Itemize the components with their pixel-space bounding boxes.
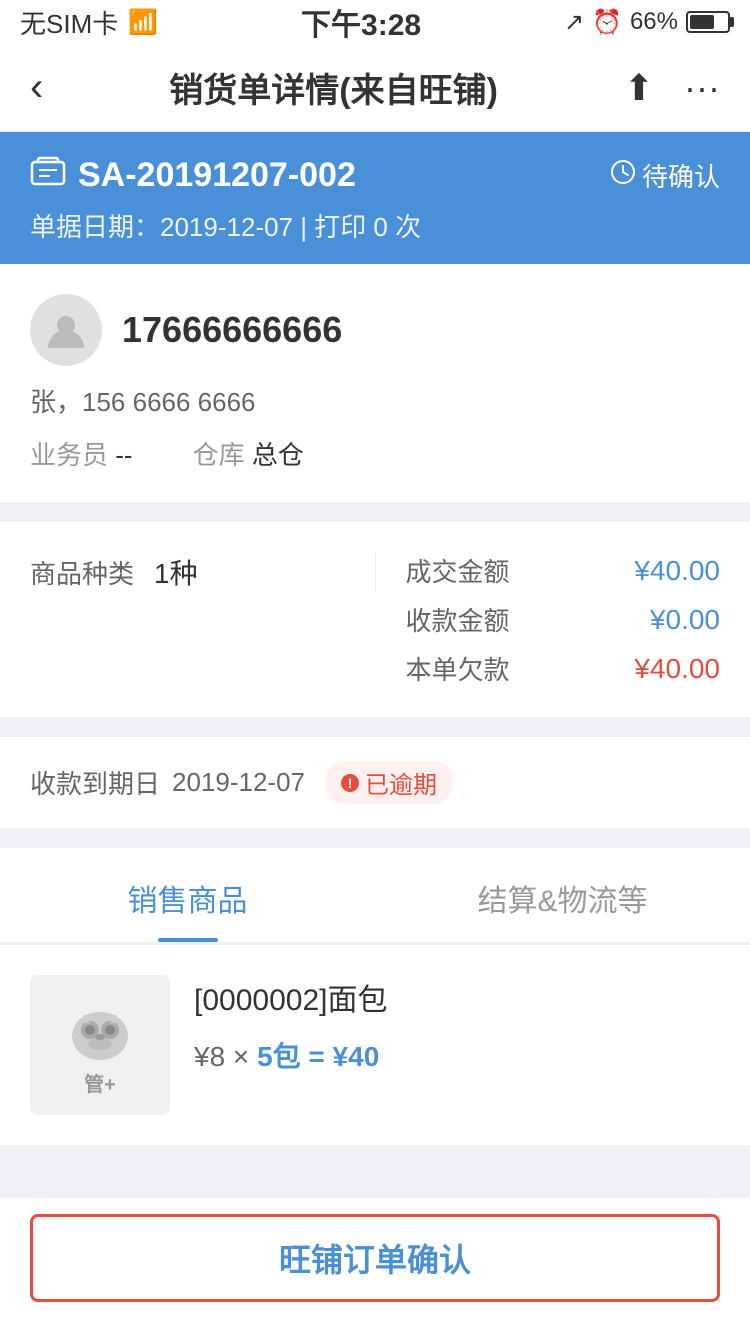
customer-card: 17666666666 张，156 6666 6666 业务员 -- 仓库 总仓	[0, 264, 750, 502]
avatar	[30, 294, 102, 366]
product-info: [0000002]面包 ¥8 × 5包 = ¥40	[194, 975, 720, 1075]
customer-meta: 业务员 -- 仓库 总仓	[30, 435, 720, 472]
status-right: ↗ ⏰ 66%	[564, 8, 730, 37]
transaction-value: ¥40.00	[634, 555, 720, 587]
battery-percent: 66%	[630, 8, 678, 36]
transaction-label: 成交金额	[406, 552, 510, 589]
product-thumbnail: 管+	[30, 975, 170, 1115]
back-button[interactable]: ‹	[30, 65, 43, 110]
customer-contact: 张，156 6666 6666	[30, 382, 720, 419]
debt-value: ¥40.00	[634, 653, 720, 685]
brand-text: 管+	[84, 1068, 116, 1097]
status-left: 无SIM卡 📶	[20, 4, 158, 41]
received-row: 收款金额 ¥0.00	[406, 601, 721, 638]
product-price: ¥8 × 5包 = ¥40	[194, 1035, 720, 1075]
wifi-icon: 📶	[128, 8, 158, 37]
tab-settlement[interactable]: 结算&物流等	[375, 848, 750, 942]
bottom-area: 旺铺订单确认	[0, 1197, 750, 1334]
tab-bar: 销售商品 结算&物流等	[0, 848, 750, 943]
stats-card: 商品种类 1种 成交金额 ¥40.00 收款金额 ¥0.00 本单欠款 ¥40.…	[0, 522, 750, 717]
product-type-label: 商品种类	[30, 554, 134, 591]
price-text: ¥8 ×	[194, 1041, 257, 1072]
order-header: SA-20191207-002 待确认 单据日期：2019-12-07 | 打印…	[0, 132, 750, 264]
more-button[interactable]: ···	[684, 67, 720, 109]
due-date-card: 收款到期日 2019-12-07 ! 已逾期	[0, 737, 750, 828]
product-section: 管+ [0000002]面包 ¥8 × 5包 = ¥40	[0, 945, 750, 1145]
location-icon: ↗	[564, 8, 584, 37]
carrier-text: 无SIM卡	[20, 4, 118, 41]
salesman-value: --	[115, 440, 132, 470]
time-display: 下午3:28	[301, 0, 421, 44]
order-number: SA-20191207-002	[30, 156, 356, 195]
received-label: 收款金额	[406, 601, 510, 638]
salesman-label: 业务员	[30, 440, 108, 470]
order-icon	[30, 156, 66, 195]
product-type-value: 1种	[154, 552, 198, 592]
product-name: [0000002]面包	[194, 975, 720, 1019]
nav-actions: ⬆ ···	[624, 67, 720, 109]
tab-products[interactable]: 销售商品	[0, 848, 375, 942]
debt-label: 本单欠款	[406, 650, 510, 687]
total-text: = ¥40	[301, 1041, 380, 1072]
debt-row: 本单欠款 ¥40.00	[406, 650, 721, 687]
order-status: 待确认	[610, 157, 720, 194]
warehouse-value: 总仓	[252, 440, 304, 470]
warehouse-label: 仓库	[193, 440, 245, 470]
amount-section: 成交金额 ¥40.00 收款金额 ¥0.00 本单欠款 ¥40.00	[376, 552, 721, 687]
nav-bar: ‹ 销货单详情(来自旺铺) ⬆ ···	[0, 44, 750, 132]
received-value: ¥0.00	[650, 604, 720, 636]
overdue-icon: !	[341, 774, 359, 792]
transaction-row: 成交金额 ¥40.00	[406, 552, 721, 589]
confirm-order-button[interactable]: 旺铺订单确认	[30, 1214, 720, 1302]
status-bar: 无SIM卡 📶 下午3:28 ↗ ⏰ 66%	[0, 0, 750, 44]
clock-icon	[610, 159, 636, 192]
share-button[interactable]: ⬆	[624, 67, 654, 109]
page-title: 销货单详情(来自旺铺)	[169, 63, 498, 112]
due-date-label: 收款到期日	[30, 764, 160, 801]
due-date-value: 2019-12-07	[172, 767, 305, 798]
quantity-text: 5包	[257, 1041, 301, 1072]
overdue-text: 已逾期	[365, 765, 437, 800]
order-date: 单据日期：2019-12-07 | 打印 0 次	[30, 207, 720, 244]
battery-indicator	[686, 11, 730, 33]
overdue-badge: ! 已逾期	[325, 761, 453, 804]
customer-phone: 17666666666	[122, 309, 342, 351]
product-type-section: 商品种类 1种	[30, 552, 376, 592]
product-item: 管+ [0000002]面包 ¥8 × 5包 = ¥40	[30, 975, 720, 1115]
alarm-icon: ⏰	[592, 8, 622, 37]
